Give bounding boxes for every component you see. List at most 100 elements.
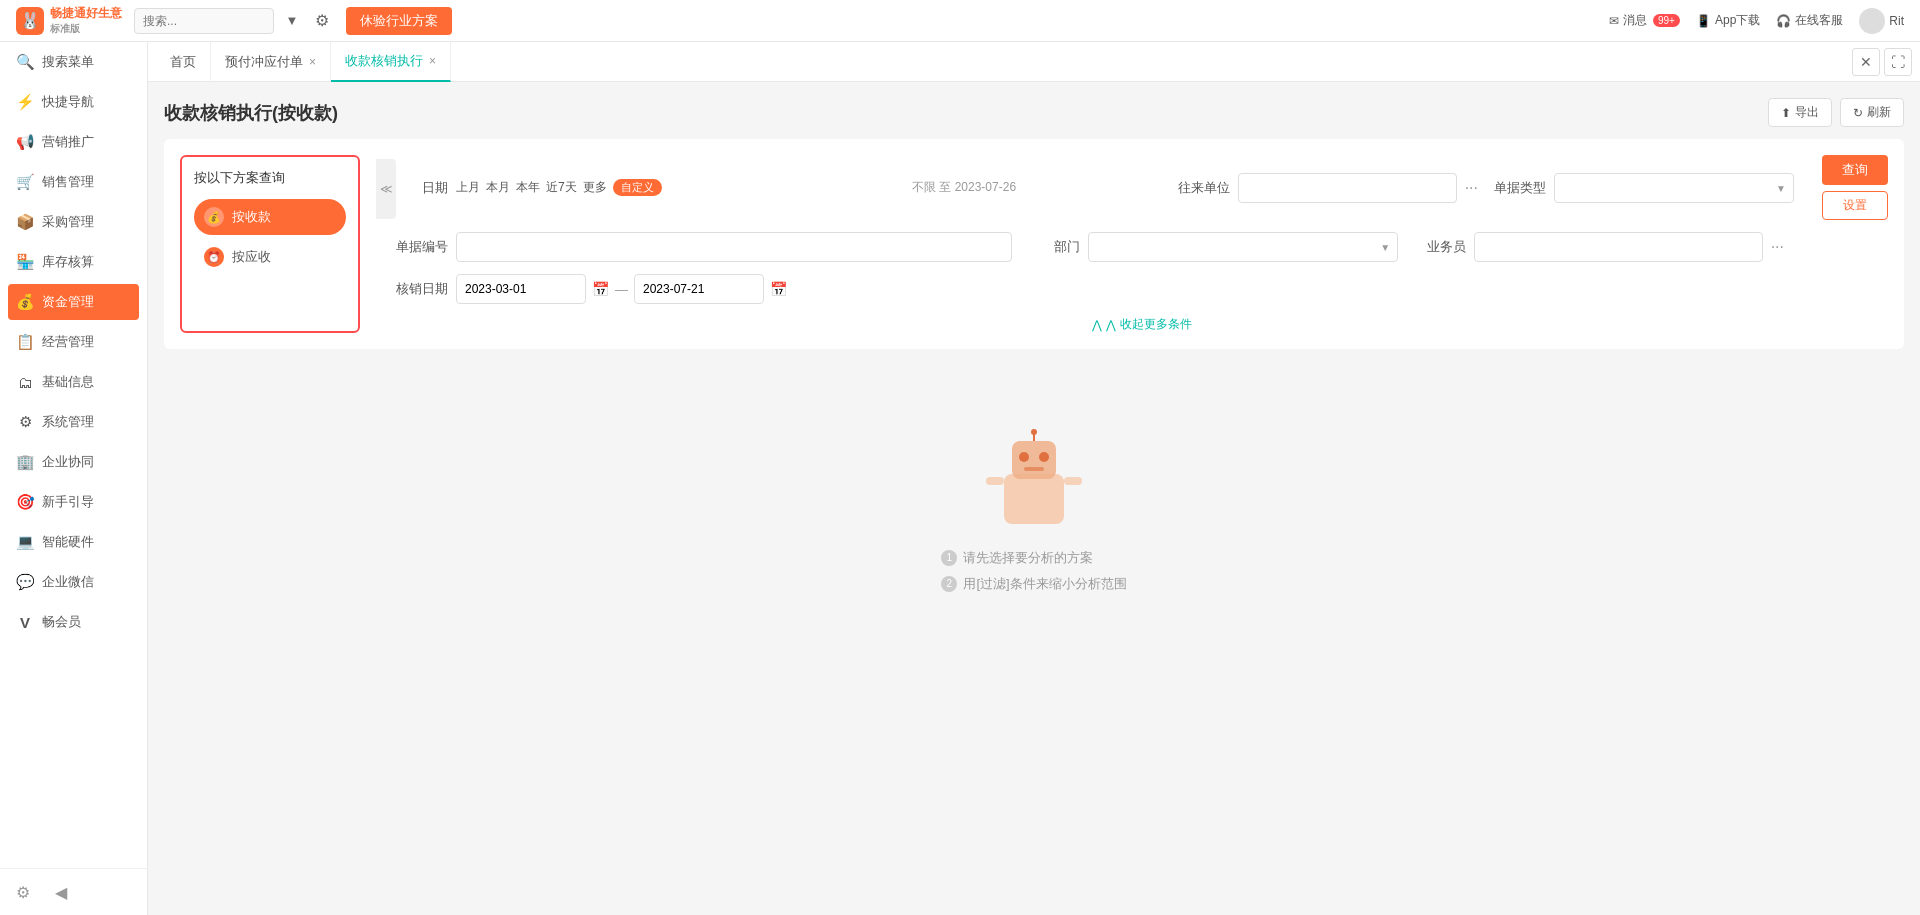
user-area[interactable]: Rit: [1859, 8, 1904, 34]
industry-btn[interactable]: 休验行业方案: [346, 7, 452, 35]
guide-icon: 🎯: [16, 493, 34, 511]
counterparty-dots[interactable]: ···: [1465, 179, 1478, 197]
bill-type-select[interactable]: [1554, 173, 1794, 203]
settings-filter-btn[interactable]: 设置: [1822, 191, 1888, 220]
sidebar-item-basic-info[interactable]: 🗂 基础信息: [0, 362, 147, 402]
sidebar-label-quicknav: 快捷导航: [42, 93, 94, 111]
sidebar-item-search[interactable]: 🔍 搜索菜单: [0, 42, 147, 82]
counterparty-input[interactable]: [1238, 173, 1457, 203]
tab-controls: ✕ ⛶: [1852, 48, 1912, 76]
receipt-verify-tab-label: 收款核销执行: [345, 52, 423, 70]
filter-collapse-btn[interactable]: ≪: [376, 159, 396, 219]
date-last-month[interactable]: 上月: [456, 179, 480, 196]
sidebar-label-marketing: 营销推广: [42, 133, 94, 151]
sidebar-item-member[interactable]: V 畅会员: [0, 602, 147, 642]
sidebar-settings-btn[interactable]: ⚙: [8, 877, 38, 907]
sidebar-item-operations[interactable]: 📋 经营管理: [0, 322, 147, 362]
sidebar-item-hardware[interactable]: 💻 智能硬件: [0, 522, 147, 562]
filter-fields: 日期 上月 本月 本年 近7天 更多 自定义: [396, 155, 1888, 333]
sidebar-collapse-btn[interactable]: ◀: [46, 877, 76, 907]
svg-rect-0: [1004, 474, 1064, 524]
sidebar-item-finance[interactable]: 💰 资金管理: [8, 284, 139, 320]
sidebar-bottom: ⚙ ◀: [0, 868, 147, 915]
purchase-icon: 📦: [16, 213, 34, 231]
sidebar-item-system[interactable]: ⚙ 系统管理: [0, 402, 147, 442]
sidebar-item-sales[interactable]: 🛒 销售管理: [0, 162, 147, 202]
sidebar-item-weixin[interactable]: 💬 企业微信: [0, 562, 147, 602]
query-btn[interactable]: 查询: [1822, 155, 1888, 185]
verify-date-label: 核销日期: [396, 280, 448, 298]
message-label: 消息: [1623, 12, 1647, 29]
sidebar-item-quicknav[interactable]: ⚡ 快捷导航: [0, 82, 147, 122]
robot-svg: [974, 429, 1094, 529]
sidebar-item-inventory[interactable]: 🏪 库存核算: [0, 242, 147, 282]
tab-expand-btn[interactable]: ⛶: [1884, 48, 1912, 76]
home-tab-label: 首页: [170, 53, 196, 71]
sidebar-label-finance: 资金管理: [42, 293, 94, 311]
tab-home[interactable]: 首页: [156, 42, 211, 82]
online-service-btn[interactable]: 🎧 在线客服: [1776, 12, 1843, 29]
verify-start-calendar-icon[interactable]: 📅: [592, 281, 609, 297]
sidebar-label-inventory: 库存核算: [42, 253, 94, 271]
app-download-btn[interactable]: 📱 App下载: [1696, 12, 1760, 29]
operations-icon: 📋: [16, 333, 34, 351]
top-search-input[interactable]: [134, 8, 274, 34]
export-btn[interactable]: ⬆ 导出: [1768, 98, 1832, 127]
member-icon: V: [16, 614, 34, 631]
staff-label: 业务员: [1414, 238, 1466, 256]
tab-receipt-verify[interactable]: 收款核销执行 ×: [331, 42, 451, 82]
hardware-icon: 💻: [16, 533, 34, 551]
refresh-btn[interactable]: ↻ 刷新: [1840, 98, 1904, 127]
svg-rect-8: [1064, 477, 1082, 485]
sidebar-item-enterprise[interactable]: 🏢 企业协同: [0, 442, 147, 482]
page-title-actions: ⬆ 导出 ↻ 刷新: [1768, 98, 1904, 127]
user-avatar: [1859, 8, 1885, 34]
prepay-tab-close[interactable]: ×: [309, 55, 316, 69]
robot-illustration: [974, 429, 1094, 529]
message-btn[interactable]: ✉ 消息 99+: [1609, 12, 1680, 29]
date-this-year[interactable]: 本年: [516, 179, 540, 196]
empty-area: 1 请先选择要分析的方案 2 用[过滤]条件来缩小分析范围: [164, 349, 1904, 677]
date-custom-badge[interactable]: 自定义: [613, 179, 662, 196]
date-more[interactable]: 更多: [583, 179, 607, 196]
prepay-tab-label: 预付冲应付单: [225, 53, 303, 71]
sidebar-item-guide[interactable]: 🎯 新手引导: [0, 482, 147, 522]
staff-input[interactable]: [1474, 232, 1762, 262]
filter-by-receivable[interactable]: ⏰ 按应收: [194, 239, 346, 275]
filter-sidebar: 按以下方案查询 💰 按收款 ⏰ 按应收: [180, 155, 360, 333]
top-dropdown-icon[interactable]: ▼: [282, 11, 302, 31]
verify-date-start[interactable]: [456, 274, 586, 304]
top-bar: 🐰 畅捷通好生意 标准版 ▼ ⚙ 休验行业方案 ✉ 消息 99+ 📱 App下载…: [0, 0, 1920, 42]
bill-no-input[interactable]: [456, 232, 1012, 262]
bill-no-label: 单据编号: [396, 238, 448, 256]
tab-prepay[interactable]: 预付冲应付单 ×: [211, 42, 331, 82]
sidebar-item-purchase[interactable]: 📦 采购管理: [0, 202, 147, 242]
basic-info-icon: 🗂: [16, 374, 34, 391]
staff-dots[interactable]: ···: [1771, 238, 1784, 256]
dept-select[interactable]: [1088, 232, 1398, 262]
svg-point-6: [1031, 429, 1037, 435]
date-group: 日期 上月 本月 本年 近7天 更多 自定义: [396, 179, 896, 197]
sidebar-label-purchase: 采购管理: [42, 213, 94, 231]
verify-end-calendar-icon[interactable]: 📅: [770, 281, 787, 297]
svg-point-2: [1019, 452, 1029, 462]
receipt-verify-tab-close[interactable]: ×: [429, 54, 436, 68]
page-title-bar: 收款核销执行(按收款) ⬆ 导出 ↻ 刷新: [164, 98, 1904, 127]
inventory-icon: 🏪: [16, 253, 34, 271]
verify-date-end[interactable]: [634, 274, 764, 304]
user-name: Rit: [1889, 14, 1904, 28]
date-7days[interactable]: 近7天: [546, 179, 577, 196]
bill-type-select-wrap: ▼: [1554, 173, 1794, 203]
date-this-month[interactable]: 本月: [486, 179, 510, 196]
top-gear-icon[interactable]: ⚙: [310, 9, 334, 33]
counterparty-label: 往来单位: [1178, 179, 1230, 197]
app-version: 标准版: [50, 22, 122, 36]
tab-bar: 首页 预付冲应付单 × 收款核销执行 × ✕ ⛶: [148, 42, 1920, 82]
filter-by-receipt[interactable]: 💰 按收款: [194, 199, 346, 235]
sidebar-label-member: 畅会员: [42, 613, 81, 631]
bill-type-label: 单据类型: [1494, 179, 1546, 197]
sidebar-item-marketing[interactable]: 📢 营销推广: [0, 122, 147, 162]
collapse-more-btn[interactable]: ⋀ ⋀ 收起更多条件: [1092, 316, 1191, 333]
tab-close-btn[interactable]: ✕: [1852, 48, 1880, 76]
page-title: 收款核销执行(按收款): [164, 101, 338, 125]
